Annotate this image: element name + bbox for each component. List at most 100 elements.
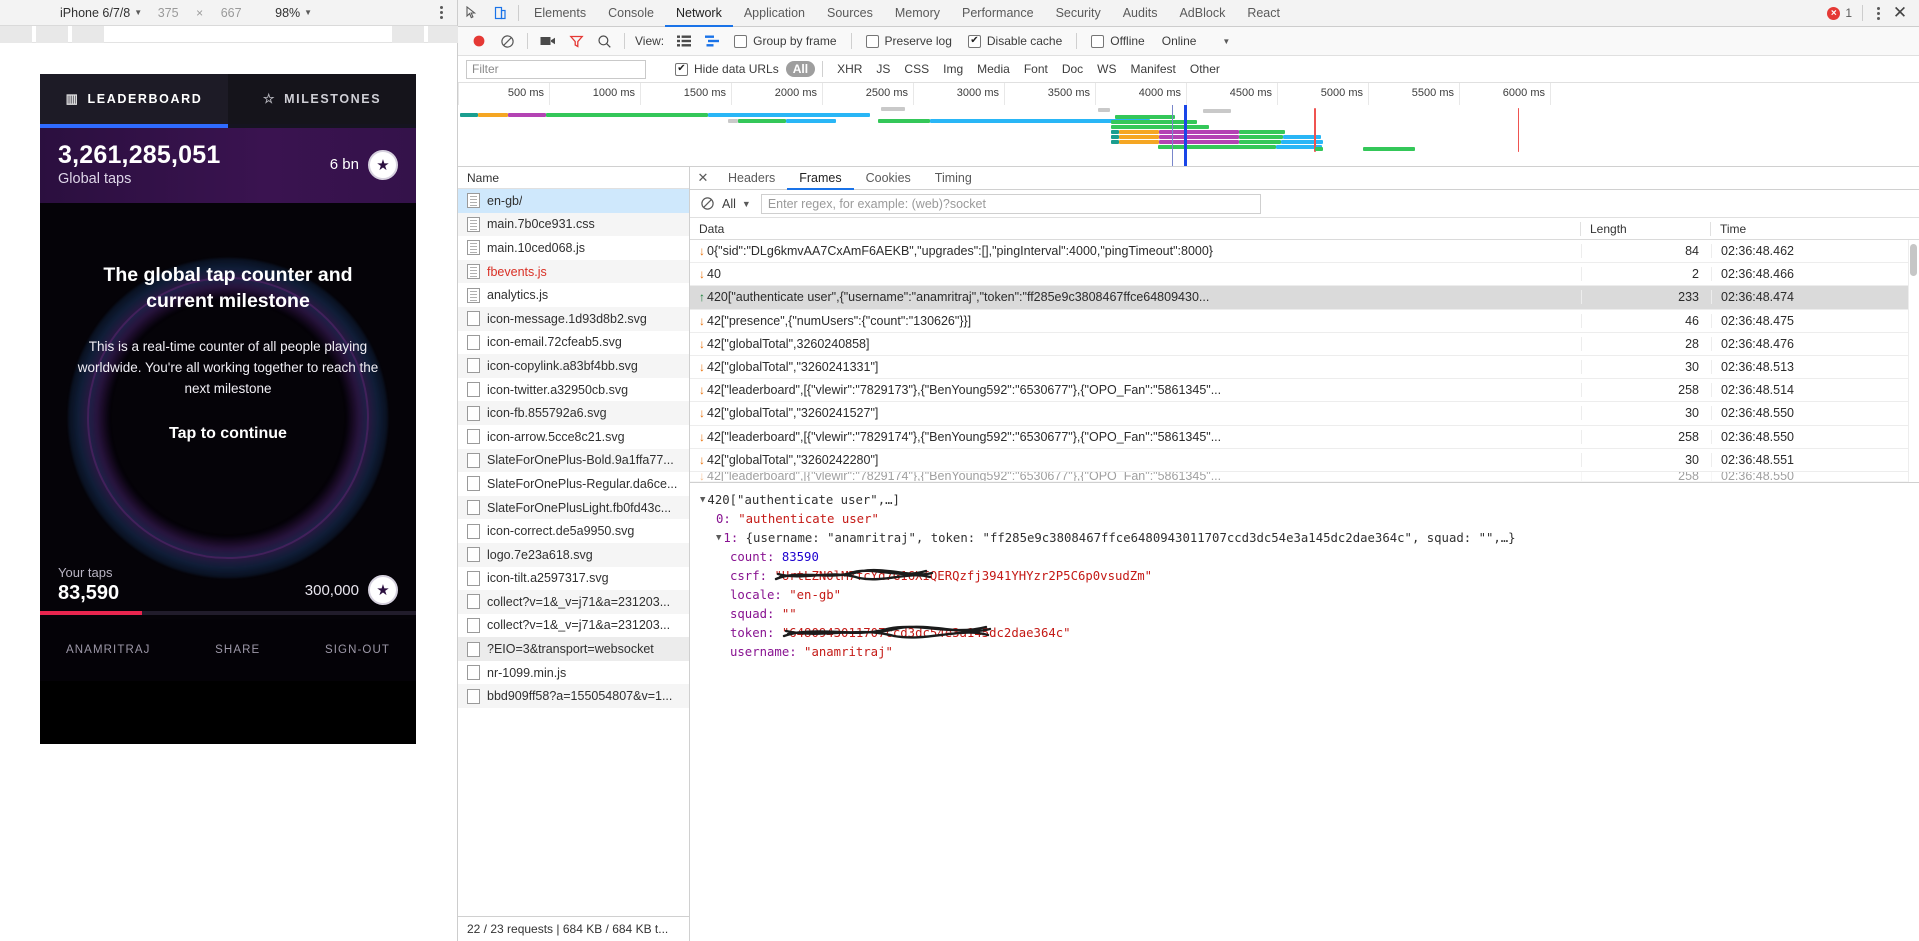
device-more-options-icon[interactable] bbox=[433, 5, 449, 21]
frames-type-filter-label[interactable]: All bbox=[722, 197, 736, 211]
filter-type-doc[interactable]: Doc bbox=[1055, 61, 1090, 77]
request-row-logo[interactable]: logo.7e23a618.svg bbox=[458, 542, 689, 567]
request-row-icon-email[interactable]: icon-email.72cfeab5.svg bbox=[458, 331, 689, 355]
frame-row[interactable]: ↓ 42["globalTotal","3260241527"] 30 02:36… bbox=[690, 402, 1919, 426]
device-select[interactable]: iPhone 6/7/8 ▼ bbox=[56, 6, 146, 20]
request-row-main-css[interactable]: main.7b0ce931.css bbox=[458, 212, 689, 237]
request-row-fbevents[interactable]: fbevents.js bbox=[458, 259, 689, 284]
tab-adblock[interactable]: AdBlock bbox=[1168, 0, 1236, 26]
request-row-font-bold[interactable]: SlateForOnePlus-Bold.9a1ffa77... bbox=[458, 448, 689, 473]
request-list-body[interactable]: en-gb/ main.7b0ce931.css main.10ced068.j… bbox=[458, 189, 689, 916]
filter-type-other[interactable]: Other bbox=[1183, 61, 1227, 77]
tab-network[interactable]: Network bbox=[664, 0, 733, 27]
nav-share[interactable]: SHARE bbox=[215, 644, 260, 656]
tab-performance[interactable]: Performance bbox=[951, 0, 1045, 26]
request-row-analytics[interactable]: analytics.js bbox=[458, 283, 689, 307]
request-list-column-header[interactable]: Name bbox=[458, 167, 689, 189]
frame-row[interactable]: ↓ 42["globalTotal",3260240858] 28 02:36:4… bbox=[690, 333, 1919, 356]
frame-row[interactable]: ↓ 42["leaderboard",[{"vlewir":"7829174"},… bbox=[690, 426, 1919, 449]
close-icon[interactable]: ✕ bbox=[690, 167, 716, 189]
detail-tab-cookies[interactable]: Cookies bbox=[854, 167, 923, 189]
tree-prop-username[interactable]: username: "anamritraj" bbox=[700, 643, 1919, 662]
throttling-select-label[interactable]: Online bbox=[1162, 34, 1197, 48]
request-row-font-regular[interactable]: SlateForOnePlus-Regular.da6ce... bbox=[458, 472, 689, 496]
detail-tab-frames[interactable]: Frames bbox=[787, 167, 855, 190]
chevron-down-icon[interactable]: ▼ bbox=[742, 199, 751, 209]
app-tab-leaderboard[interactable]: ▥ LEADERBOARD bbox=[40, 74, 228, 124]
column-header-data[interactable]: Data bbox=[690, 221, 1581, 236]
triangle-down-icon[interactable]: ▼ bbox=[716, 529, 721, 548]
frame-row-partial[interactable]: ↓ 42["leaderboard",[{"vlewir":"7829174"},… bbox=[690, 471, 1919, 482]
request-row-websocket[interactable]: ?EIO=3&transport=websocket bbox=[458, 637, 689, 661]
filter-type-js[interactable]: JS bbox=[869, 61, 897, 77]
tree-prop-csrf[interactable]: csrf: "UrtLZN0lM7fcYd7G16XIQERQzfj3941YH… bbox=[700, 567, 1919, 586]
frames-regex-input[interactable]: Enter regex, for example: (web)?socket bbox=[760, 193, 1261, 214]
devtools-more-icon[interactable] bbox=[1869, 3, 1887, 23]
tab-application[interactable]: Application bbox=[733, 0, 816, 26]
tab-react[interactable]: React bbox=[1236, 0, 1291, 26]
record-stop-icon[interactable] bbox=[466, 29, 492, 53]
filter-type-all[interactable]: All bbox=[785, 61, 816, 77]
group-by-frame-checkbox[interactable]: Group by frame bbox=[734, 34, 837, 48]
list-view-icon[interactable] bbox=[671, 29, 697, 53]
camera-icon[interactable] bbox=[535, 29, 561, 53]
preserve-log-checkbox[interactable]: Preserve log bbox=[865, 34, 952, 48]
tab-sources[interactable]: Sources bbox=[816, 0, 884, 26]
network-overview-waterfall[interactable]: 500 ms 1000 ms 1500 ms 2000 ms 2500 ms 3… bbox=[458, 83, 1919, 167]
request-row-font-light[interactable]: SlateForOnePlusLight.fb0fd43c... bbox=[458, 495, 689, 520]
frame-row-selected[interactable]: ↑ 420["authenticate user",{"username":"an… bbox=[690, 286, 1919, 310]
request-row-en-gb[interactable]: en-gb/ bbox=[458, 189, 689, 213]
funnel-icon[interactable] bbox=[563, 29, 589, 53]
triangle-down-icon[interactable]: ▼ bbox=[700, 491, 705, 510]
detail-tab-timing[interactable]: Timing bbox=[923, 167, 984, 189]
filter-type-xhr[interactable]: XHR bbox=[830, 61, 869, 77]
frame-row[interactable]: ↓ 0{"sid":"DLg6kmvAA7CxAmF6AEKB","upgrade… bbox=[690, 240, 1919, 264]
request-row-icon-twitter[interactable]: icon-twitter.a32950cb.svg bbox=[458, 378, 689, 402]
tree-prop-token[interactable]: token: "6480943011707ccd3dc54e3a145dc2da… bbox=[700, 624, 1919, 643]
clear-icon[interactable] bbox=[698, 196, 716, 211]
disable-cache-checkbox[interactable]: Disable cache bbox=[967, 34, 1062, 48]
search-input[interactable]: Filter bbox=[466, 59, 646, 79]
clear-network-icon[interactable] bbox=[494, 29, 520, 53]
tree-root-row[interactable]: ▼ 420["authenticate user",…] bbox=[700, 491, 1919, 510]
filter-type-img[interactable]: Img bbox=[936, 61, 970, 77]
frame-row[interactable]: ↓ 40 2 02:36:48.466 bbox=[690, 263, 1919, 287]
tree-index0-row[interactable]: 0: "authenticate user" bbox=[700, 510, 1919, 529]
offline-checkbox[interactable]: Offline bbox=[1091, 34, 1145, 48]
tree-index1-row[interactable]: ▼ 1: {username: "anamritraj", token: "ff… bbox=[700, 529, 1919, 548]
column-header-length[interactable]: Length bbox=[1581, 221, 1711, 236]
close-icon[interactable]: ✕ bbox=[1889, 3, 1911, 23]
request-row-collect-1[interactable]: collect?v=1&_v=j71&a=231203... bbox=[458, 590, 689, 614]
device-height-input[interactable]: 667 bbox=[209, 6, 253, 20]
inspect-cursor-icon[interactable] bbox=[458, 0, 486, 26]
waterfall-view-icon[interactable] bbox=[699, 29, 725, 53]
tab-console[interactable]: Console bbox=[597, 0, 665, 26]
nav-sign-out[interactable]: SIGN-OUT bbox=[325, 644, 390, 656]
filter-type-ws[interactable]: WS bbox=[1090, 61, 1123, 77]
error-count-badge[interactable]: × 1 bbox=[1827, 6, 1856, 20]
frame-row[interactable]: ↓ 42["globalTotal","3260242280"] 30 02:36… bbox=[690, 449, 1919, 472]
zoom-select[interactable]: 98% ▼ bbox=[275, 6, 312, 20]
filter-type-css[interactable]: CSS bbox=[897, 61, 936, 77]
frame-row[interactable]: ↓ 42["globalTotal","3260241331"] 30 02:36… bbox=[690, 356, 1919, 380]
tab-elements[interactable]: Elements bbox=[523, 0, 597, 26]
tab-memory[interactable]: Memory bbox=[884, 0, 951, 26]
request-row-icon-fb[interactable]: icon-fb.855792a6.svg bbox=[458, 401, 689, 425]
request-row-main-js[interactable]: main.10ced068.js bbox=[458, 236, 689, 260]
tab-audits[interactable]: Audits bbox=[1112, 0, 1169, 26]
filter-type-font[interactable]: Font bbox=[1017, 61, 1055, 77]
tab-security[interactable]: Security bbox=[1045, 0, 1112, 26]
chevron-down-icon[interactable]: ▼ bbox=[1222, 37, 1230, 46]
request-row-icon-message[interactable]: icon-message.1d93d8b2.svg bbox=[458, 306, 689, 331]
device-width-input[interactable]: 375 bbox=[146, 6, 190, 20]
column-header-time[interactable]: Time bbox=[1711, 222, 1919, 236]
request-row-icon-copylink[interactable]: icon-copylink.a83bf4bb.svg bbox=[458, 354, 689, 378]
request-row-icon-arrow[interactable]: icon-arrow.5cce8c21.svg bbox=[458, 425, 689, 449]
request-row-nr-min-js[interactable]: nr-1099.min.js bbox=[458, 661, 689, 685]
frame-row[interactable]: ↓ 42["presence",{"numUsers":{"count":"130… bbox=[690, 310, 1919, 333]
request-row-bbd909[interactable]: bbd909ff58?a=155054807&v=1... bbox=[458, 684, 689, 709]
request-row-collect-2[interactable]: collect?v=1&_v=j71&a=231203... bbox=[458, 614, 689, 638]
frame-row[interactable]: ↓ 42["leaderboard",[{"vlewir":"7829173"},… bbox=[690, 379, 1919, 403]
app-tab-milestones[interactable]: ☆ MILESTONES bbox=[228, 74, 416, 124]
request-row-icon-tilt[interactable]: icon-tilt.a2597317.svg bbox=[458, 567, 689, 591]
